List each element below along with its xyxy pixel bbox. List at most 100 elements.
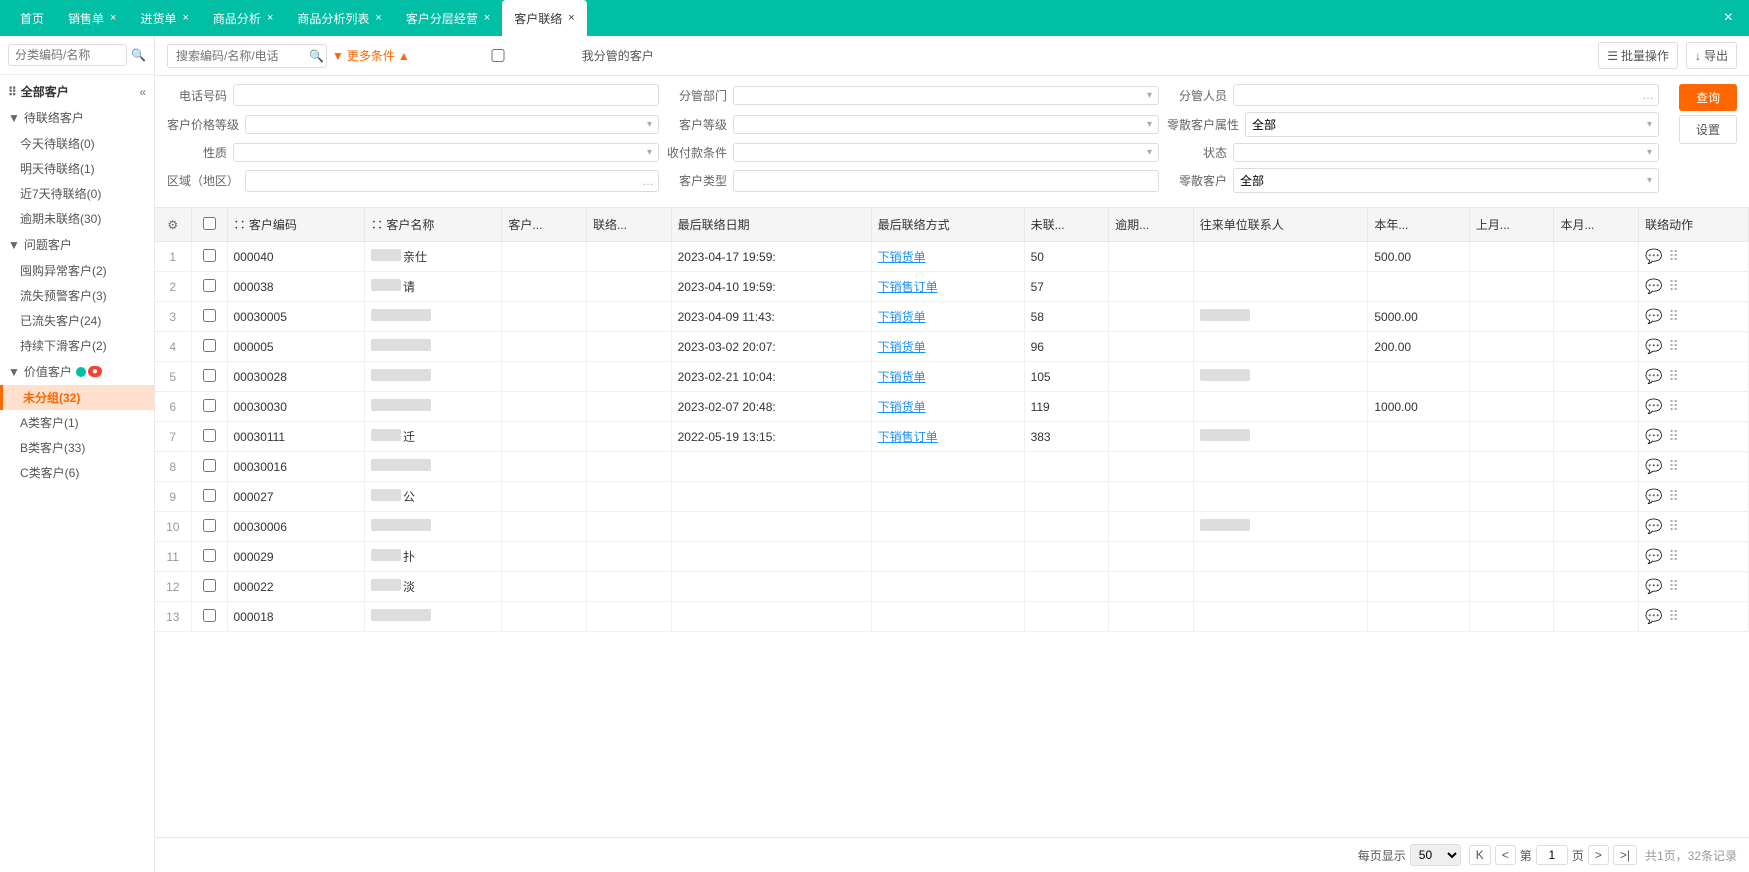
next-page-button[interactable]: > (1588, 845, 1609, 865)
grid-action-icon[interactable]: ⠿ (1669, 308, 1679, 325)
grid-action-icon[interactable]: ⠿ (1669, 428, 1679, 445)
search-button[interactable]: 🔍 (309, 49, 324, 63)
filter-cust-type-input[interactable] (733, 170, 1159, 192)
last-page-button[interactable]: >| (1613, 845, 1637, 865)
sidebar-group-value[interactable]: ▼ 价值客户 ● (0, 358, 154, 385)
all-customers-header[interactable]: ⠿ 全部客户 « (0, 75, 154, 104)
filter-retail-attr-select[interactable]: 全部 ▾ (1245, 112, 1659, 137)
cell-check[interactable] (191, 272, 227, 302)
row-checkbox[interactable] (203, 489, 216, 502)
sidebar-item-churned[interactable]: 已流失客户(24) (0, 308, 154, 333)
sidebar-item-class-b[interactable]: B类客户(33) (0, 435, 154, 460)
chat-icon[interactable]: 💬 (1645, 608, 1662, 625)
contact-type-link[interactable]: 下销货单 (878, 400, 926, 414)
row-checkbox[interactable] (203, 339, 216, 352)
select-all-checkbox[interactable] (203, 217, 216, 230)
grid-action-icon[interactable]: ⠿ (1669, 248, 1679, 265)
query-button[interactable]: 查询 (1679, 84, 1737, 111)
close-icon[interactable]: × (110, 12, 116, 24)
chat-icon[interactable]: 💬 (1645, 278, 1662, 295)
cell-check[interactable] (191, 332, 227, 362)
sidebar-search-input[interactable] (8, 44, 127, 66)
page-number-input[interactable] (1536, 845, 1568, 865)
chat-icon[interactable]: 💬 (1645, 308, 1662, 325)
close-icon[interactable]: × (182, 12, 188, 24)
close-icon[interactable]: × (375, 12, 381, 24)
filter-nature-select[interactable]: ▾ (233, 143, 659, 162)
cell-check[interactable] (191, 512, 227, 542)
grid-action-icon[interactable]: ⠿ (1669, 548, 1679, 565)
cell-check[interactable] (191, 422, 227, 452)
sidebar-item-tomorrow-pending[interactable]: 明天待联络(1) (0, 156, 154, 181)
filter-level-select[interactable]: ▾ (733, 115, 1159, 134)
sidebar-item-churn-warning[interactable]: 流失预警客户(3) (0, 283, 154, 308)
row-checkbox[interactable] (203, 579, 216, 592)
chat-icon[interactable]: 💬 (1645, 368, 1662, 385)
cell-check[interactable] (191, 302, 227, 332)
sidebar-item-week-pending[interactable]: 近7天待联络(0) (0, 181, 154, 206)
chat-icon[interactable]: 💬 (1645, 548, 1662, 565)
export-button[interactable]: ↓ 导出 (1686, 42, 1737, 69)
nav-home[interactable]: 首页 (8, 0, 56, 36)
contact-type-link[interactable]: 下销售订单 (878, 430, 938, 444)
col-check[interactable] (191, 208, 227, 242)
cell-check[interactable] (191, 242, 227, 272)
chat-icon[interactable]: 💬 (1645, 398, 1662, 415)
sidebar-item-class-c[interactable]: C类客户(6) (0, 460, 154, 485)
row-checkbox[interactable] (203, 279, 216, 292)
chat-icon[interactable]: 💬 (1645, 338, 1662, 355)
cell-check[interactable] (191, 452, 227, 482)
chat-icon[interactable]: 💬 (1645, 488, 1662, 505)
row-checkbox[interactable] (203, 249, 216, 262)
nav-customer-contact[interactable]: 客户联络 × (502, 0, 586, 36)
more-icon[interactable]: … (1638, 88, 1658, 102)
close-icon[interactable]: × (267, 12, 273, 24)
filter-person-input[interactable] (1234, 85, 1638, 105)
row-checkbox[interactable] (203, 399, 216, 412)
collapse-icon[interactable]: « (139, 85, 146, 99)
sidebar-group-problem[interactable]: ▼ 问题客户 (0, 231, 154, 258)
filter-dept-select[interactable]: ▾ (733, 86, 1159, 105)
grid-action-icon[interactable]: ⠿ (1669, 608, 1679, 625)
sidebar-item-hoard-abnormal[interactable]: 囤购异常客户(2) (0, 258, 154, 283)
close-icon[interactable]: × (484, 12, 490, 24)
grid-action-icon[interactable]: ⠿ (1669, 518, 1679, 535)
row-checkbox[interactable] (203, 309, 216, 322)
nav-customer-segment[interactable]: 客户分层经营 × (394, 0, 502, 36)
filter-status-select[interactable]: ▾ (1233, 143, 1659, 162)
grid-action-icon[interactable]: ⠿ (1669, 368, 1679, 385)
row-checkbox[interactable] (203, 519, 216, 532)
filter-button[interactable]: ▼ 更多条件 ▲ (332, 47, 410, 64)
nav-product-analysis[interactable]: 商品分析 × (201, 0, 285, 36)
my-customer-checkbox[interactable]: 我分管的客户 (418, 47, 654, 64)
grid-action-icon[interactable]: ⠿ (1669, 278, 1679, 295)
batch-ops-button[interactable]: ☰ 批量操作 (1598, 42, 1678, 69)
filter-phone-input[interactable] (233, 84, 659, 106)
grid-action-icon[interactable]: ⠿ (1669, 488, 1679, 505)
filter-retail-select[interactable]: 全部 ▾ (1233, 168, 1659, 193)
sidebar-item-ungroup[interactable]: 未分组(32) (0, 385, 154, 410)
contact-type-link[interactable]: 下销货单 (878, 310, 926, 324)
sidebar-item-class-a[interactable]: A类客户(1) (0, 410, 154, 435)
sidebar-search-icon[interactable]: 🔍 (131, 48, 146, 62)
reset-button[interactable]: 设置 (1679, 115, 1737, 144)
cell-check[interactable] (191, 392, 227, 422)
cell-check[interactable] (191, 572, 227, 602)
sidebar-item-overdue[interactable]: 逾期未联络(30) (0, 206, 154, 231)
contact-type-link[interactable]: 下销货单 (878, 250, 926, 264)
sidebar-group-pending[interactable]: ▼ 待联络客户 (0, 104, 154, 131)
prev-page-button[interactable]: < (1495, 845, 1516, 865)
cell-check[interactable] (191, 362, 227, 392)
more-icon[interactable]: … (638, 174, 658, 188)
chat-icon[interactable]: 💬 (1645, 578, 1662, 595)
grid-action-icon[interactable]: ⠿ (1669, 398, 1679, 415)
cell-check[interactable] (191, 542, 227, 572)
search-input[interactable] (167, 44, 327, 68)
chat-icon[interactable]: 💬 (1645, 428, 1662, 445)
cell-check[interactable] (191, 482, 227, 512)
sidebar-item-declining[interactable]: 持续下滑客户(2) (0, 333, 154, 358)
nav-sales[interactable]: 销售单 × (56, 0, 128, 36)
row-checkbox[interactable] (203, 369, 216, 382)
first-page-button[interactable]: K (1469, 845, 1491, 865)
filter-price-level-select[interactable]: ▾ (245, 115, 659, 134)
